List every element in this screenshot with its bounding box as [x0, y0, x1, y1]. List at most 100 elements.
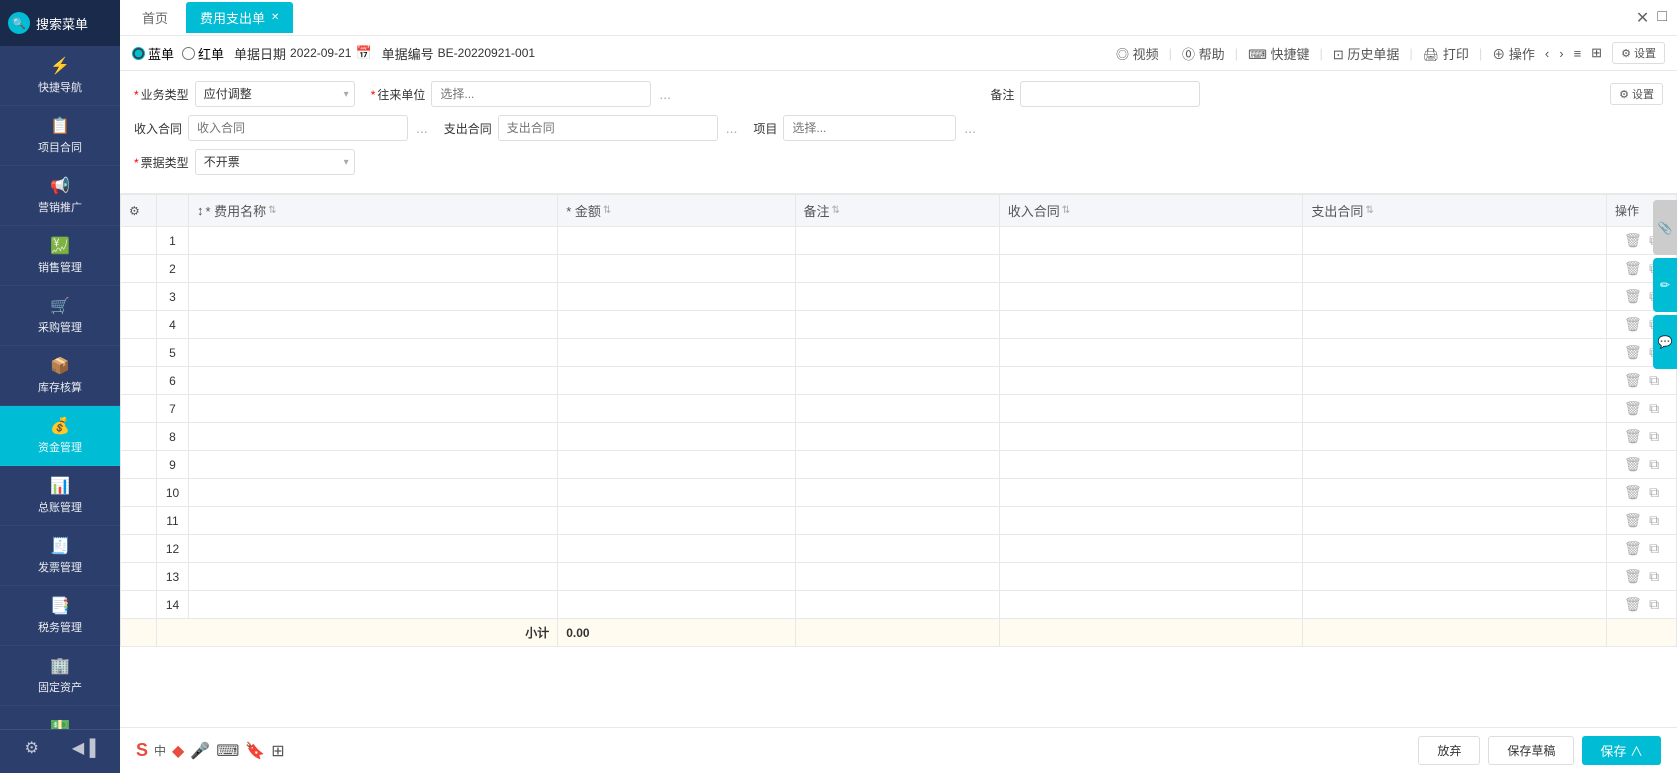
keyboard-icon[interactable]: ⌨ [216, 741, 239, 761]
row-amount-3[interactable] [558, 283, 795, 311]
row-delete-10[interactable]: 🗑 [1624, 484, 1642, 500]
row-income-contract-12[interactable] [999, 535, 1303, 563]
row-note-9[interactable] [795, 451, 999, 479]
print-btn[interactable]: 🖨 打印 [1423, 44, 1469, 63]
row-copy-8[interactable]: ⧉ [1649, 428, 1659, 444]
row-expense-contract-6[interactable] [1303, 367, 1607, 395]
row-income-contract-1[interactable] [999, 227, 1303, 255]
video-btn[interactable]: ◎ 视频 [1116, 44, 1159, 63]
number-value[interactable]: BE-20220921-001 [438, 46, 535, 60]
sidebar-item-salary[interactable]: 💵工资 [0, 706, 120, 729]
invoice-type-select[interactable]: 不开票 [195, 149, 355, 175]
row-expense-name-11[interactable] [189, 507, 558, 535]
row-income-contract-6[interactable] [999, 367, 1303, 395]
row-copy-7[interactable]: ⧉ [1649, 400, 1659, 416]
row-delete-3[interactable]: 🗑 [1624, 288, 1642, 304]
form-settings-btn[interactable]: ⚙ 设置 [1610, 83, 1663, 105]
partner-dots[interactable]: ... [659, 86, 671, 102]
row-note-11[interactable] [795, 507, 999, 535]
sidebar-item-invoice[interactable]: 🧾发票管理 [0, 526, 120, 586]
row-copy-14[interactable]: ⧉ [1649, 596, 1659, 612]
row-note-4[interactable] [795, 311, 999, 339]
row-delete-5[interactable]: 🗑 [1624, 344, 1642, 360]
sticky-attachment-btn[interactable]: 📎 [1653, 200, 1677, 255]
search-menu[interactable]: 🔍 搜索菜单 [0, 0, 120, 46]
sidebar-item-accounting[interactable]: 📊总账管理 [0, 466, 120, 526]
biz-type-select[interactable]: 应付调整 [195, 81, 355, 107]
row-expense-contract-9[interactable] [1303, 451, 1607, 479]
row-expense-name-4[interactable] [189, 311, 558, 339]
radio-blue[interactable]: 蓝单 [132, 44, 174, 63]
row-amount-7[interactable] [558, 395, 795, 423]
row-expense-name-2[interactable] [189, 255, 558, 283]
sticky-edit-btn[interactable]: ✏ [1653, 258, 1677, 312]
row-income-contract-7[interactable] [999, 395, 1303, 423]
row-note-6[interactable] [795, 367, 999, 395]
sidebar-item-marketing[interactable]: 📢营销推广 [0, 166, 120, 226]
row-expense-name-7[interactable] [189, 395, 558, 423]
row-delete-12[interactable]: 🗑 [1624, 540, 1642, 556]
project-input[interactable] [783, 115, 956, 141]
row-expense-contract-4[interactable] [1303, 311, 1607, 339]
nav-prev-btn[interactable]: ‹ [1545, 46, 1549, 61]
row-expense-contract-3[interactable] [1303, 283, 1607, 311]
sidebar-item-inventory[interactable]: 📦库存核算 [0, 346, 120, 406]
row-note-10[interactable] [795, 479, 999, 507]
discard-button[interactable]: 放弃 [1418, 736, 1480, 765]
row-amount-9[interactable] [558, 451, 795, 479]
row-delete-4[interactable]: 🗑 [1624, 316, 1642, 332]
row-note-2[interactable] [795, 255, 999, 283]
row-income-contract-8[interactable] [999, 423, 1303, 451]
view-grid-btn[interactable]: ⊞ [1591, 45, 1602, 61]
row-copy-13[interactable]: ⧉ [1649, 568, 1659, 584]
row-amount-13[interactable] [558, 563, 795, 591]
partner-input[interactable] [431, 81, 651, 107]
th-note[interactable]: 备注 ⇅ [795, 195, 999, 227]
row-expense-name-8[interactable] [189, 423, 558, 451]
row-expense-name-13[interactable] [189, 563, 558, 591]
row-income-contract-3[interactable] [999, 283, 1303, 311]
row-delete-2[interactable]: 🗑 [1624, 260, 1642, 276]
sidebar-item-sales[interactable]: 💹销售管理 [0, 226, 120, 286]
row-expense-contract-13[interactable] [1303, 563, 1607, 591]
date-value[interactable]: 2022-09-21 [290, 46, 351, 60]
row-amount-1[interactable] [558, 227, 795, 255]
window-close-btn[interactable]: ✕ [1634, 6, 1651, 30]
row-amount-6[interactable] [558, 367, 795, 395]
row-expense-contract-11[interactable] [1303, 507, 1607, 535]
row-expense-name-12[interactable] [189, 535, 558, 563]
row-delete-14[interactable]: 🗑 [1624, 596, 1642, 612]
row-amount-10[interactable] [558, 479, 795, 507]
th-expense-name[interactable]: ↕ * 费用名称 ⇅ [189, 195, 558, 227]
row-copy-12[interactable]: ⧉ [1649, 540, 1659, 556]
expense-contract-input[interactable] [498, 115, 718, 141]
row-expense-contract-7[interactable] [1303, 395, 1607, 423]
row-income-contract-10[interactable] [999, 479, 1303, 507]
row-amount-8[interactable] [558, 423, 795, 451]
row-delete-1[interactable]: 🗑 [1624, 232, 1642, 248]
sidebar-item-project-contract[interactable]: 📋项目合同 [0, 106, 120, 166]
view-list-btn[interactable]: ≡ [1574, 46, 1582, 61]
tab-expense[interactable]: 费用支出单 ✕ [186, 2, 293, 33]
row-note-7[interactable] [795, 395, 999, 423]
row-expense-contract-8[interactable] [1303, 423, 1607, 451]
row-expense-contract-1[interactable] [1303, 227, 1607, 255]
row-expense-name-3[interactable] [189, 283, 558, 311]
row-note-8[interactable] [795, 423, 999, 451]
row-delete-9[interactable]: 🗑 [1624, 456, 1642, 472]
th-income-contract[interactable]: 收入合同 ⇅ [999, 195, 1303, 227]
history-btn[interactable]: ⊡ 历史单据 [1333, 44, 1400, 63]
row-note-13[interactable] [795, 563, 999, 591]
row-expense-name-9[interactable] [189, 451, 558, 479]
row-income-contract-4[interactable] [999, 311, 1303, 339]
sidebar-item-purchase[interactable]: 🛒采购管理 [0, 286, 120, 346]
row-expense-contract-5[interactable] [1303, 339, 1607, 367]
row-income-contract-2[interactable] [999, 255, 1303, 283]
save-button[interactable]: 保存 ∧ [1582, 736, 1661, 765]
row-delete-8[interactable]: 🗑 [1624, 428, 1642, 444]
row-expense-contract-12[interactable] [1303, 535, 1607, 563]
sidebar-item-fixed-assets[interactable]: 🏢固定资产 [0, 646, 120, 706]
sidebar-item-quick-nav[interactable]: ⚡快捷导航 [0, 46, 120, 106]
row-income-contract-5[interactable] [999, 339, 1303, 367]
row-delete-13[interactable]: 🗑 [1624, 568, 1642, 584]
